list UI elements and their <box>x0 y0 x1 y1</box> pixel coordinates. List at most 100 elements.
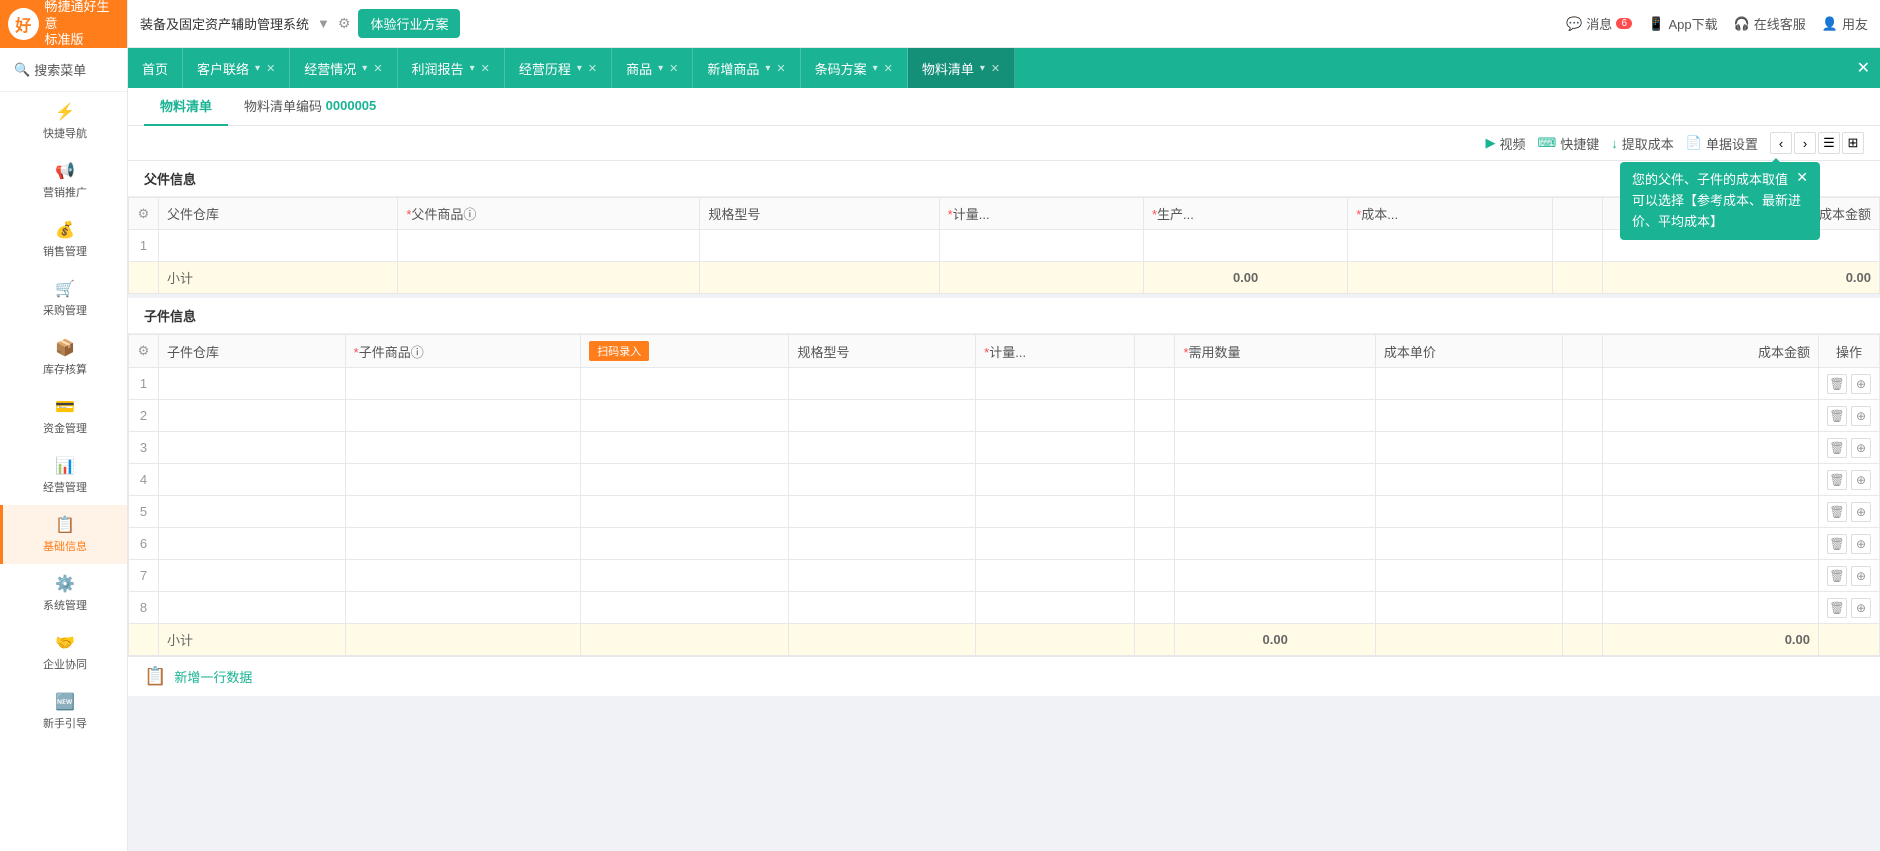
child-cell-unit[interactable] <box>976 496 1135 528</box>
child-cell-warehouse[interactable] <box>159 560 346 592</box>
child-cell-unit-price[interactable] <box>1375 368 1562 400</box>
sidebar-item-enterprise[interactable]: 🤝企业协同 <box>0 623 127 682</box>
child-cell-warehouse[interactable] <box>159 432 346 464</box>
sub-tab-bom-code[interactable]: 物料清单编码 0000005 <box>228 88 392 126</box>
child-cell-unit[interactable] <box>976 400 1135 432</box>
sidebar-item-marketing[interactable]: 📢营销推广 <box>0 151 127 210</box>
search-menu-button[interactable]: 🔍 搜索菜单 <box>8 56 119 83</box>
delete-icon[interactable]: 🗑 <box>1827 502 1847 522</box>
sidebar-item-basic-info[interactable]: 📋基础信息 <box>0 505 127 564</box>
sidebar-item-finance[interactable]: 💳资金管理 <box>0 387 127 446</box>
delete-icon[interactable]: 🗑 <box>1827 438 1847 458</box>
settings-icon[interactable]: ⚙ <box>338 15 351 32</box>
parent-cell-spec[interactable] <box>700 230 939 262</box>
child-cell-warehouse[interactable] <box>159 464 346 496</box>
child-cell-product[interactable] <box>345 496 581 528</box>
tab-close-icon[interactable]: ✕ <box>266 62 275 75</box>
tab-close-icon[interactable]: ✕ <box>481 62 490 75</box>
parent-cell-unit[interactable] <box>939 230 1143 262</box>
sidebar-item-purchase[interactable]: 🛒采购管理 <box>0 269 127 328</box>
scan-input-button[interactable]: 扫码录入 <box>589 341 649 361</box>
child-cell-unit-price[interactable] <box>1375 496 1562 528</box>
close-all-tabs-button[interactable]: ✕ <box>1847 58 1880 78</box>
child-cell-product[interactable] <box>345 432 581 464</box>
message-button[interactable]: 💬 消息 6 <box>1566 14 1632 33</box>
tab-close-icon[interactable]: ✕ <box>884 62 893 75</box>
tooltip-close-button[interactable]: ✕ <box>1796 170 1808 184</box>
table-scroll-area[interactable]: 父件信息 ⚙ 父件仓库 *父件商品ⓘ 规格型号 *计量... *生产... *成… <box>128 161 1880 851</box>
expand-button[interactable]: ⊞ <box>1842 132 1864 154</box>
child-cell-warehouse[interactable] <box>159 592 346 624</box>
parent-cell-warehouse[interactable] <box>159 230 398 262</box>
sub-tab-bill-of-materials[interactable]: 物料清单 <box>144 88 228 126</box>
single-settings-button[interactable]: 📄 单据设置 <box>1686 134 1758 153</box>
menu-button[interactable]: ☰ <box>1818 132 1840 154</box>
child-cell-unit-price[interactable] <box>1375 528 1562 560</box>
child-cell-unit-price[interactable] <box>1375 432 1562 464</box>
child-cell-unit-price[interactable] <box>1375 592 1562 624</box>
nav-tab-6[interactable]: 新增商品▾✕ <box>693 48 800 88</box>
tab-close-icon[interactable]: ✕ <box>669 62 678 75</box>
delete-icon[interactable]: 🗑 <box>1827 598 1847 618</box>
try-solution-button[interactable]: 体验行业方案 <box>358 9 460 38</box>
child-cell-qty[interactable] <box>1175 464 1375 496</box>
nav-tab-0[interactable]: 首页 <box>128 48 183 88</box>
copy-icon[interactable]: ⊕ <box>1851 598 1871 618</box>
child-cell-spec[interactable] <box>789 368 976 400</box>
copy-icon[interactable]: ⊕ <box>1851 374 1871 394</box>
child-cell-warehouse[interactable] <box>159 496 346 528</box>
nav-tab-2[interactable]: 经营情况▾✕ <box>290 48 397 88</box>
sidebar-item-guide[interactable]: 🆕新手引导 <box>0 682 127 741</box>
child-cell-qty[interactable] <box>1175 496 1375 528</box>
child-cell-unit-price[interactable] <box>1375 464 1562 496</box>
child-col-gear[interactable]: ⚙ <box>129 335 159 368</box>
child-cell-unit[interactable] <box>976 528 1135 560</box>
dropdown-icon[interactable]: ▼ <box>317 16 330 31</box>
child-cell-warehouse[interactable] <box>159 400 346 432</box>
child-cell-unit-price[interactable] <box>1375 400 1562 432</box>
sidebar-item-sales[interactable]: 💰销售管理 <box>0 210 127 269</box>
child-cell-spec[interactable] <box>789 432 976 464</box>
nav-tab-5[interactable]: 商品▾✕ <box>612 48 693 88</box>
prev-button[interactable]: ‹ <box>1770 132 1792 154</box>
delete-icon[interactable]: 🗑 <box>1827 406 1847 426</box>
child-cell-qty[interactable] <box>1175 432 1375 464</box>
child-cell-spec[interactable] <box>789 560 976 592</box>
child-cell-warehouse[interactable] <box>159 368 346 400</box>
child-cell-spec[interactable] <box>789 464 976 496</box>
child-cell-product[interactable] <box>345 592 581 624</box>
child-cell-qty[interactable] <box>1175 528 1375 560</box>
child-cell-qty[interactable] <box>1175 592 1375 624</box>
child-cell-product[interactable] <box>345 560 581 592</box>
online-service-button[interactable]: 🎧 在线客服 <box>1734 14 1806 33</box>
sidebar-item-inventory[interactable]: 📦库存核算 <box>0 328 127 387</box>
copy-icon[interactable]: ⊕ <box>1851 534 1871 554</box>
nav-tab-7[interactable]: 条码方案▾✕ <box>801 48 908 88</box>
tab-close-icon[interactable]: ✕ <box>373 62 382 75</box>
child-cell-unit[interactable] <box>976 432 1135 464</box>
copy-icon[interactable]: ⊕ <box>1851 502 1871 522</box>
child-cell-qty[interactable] <box>1175 560 1375 592</box>
child-cell-spec[interactable] <box>789 400 976 432</box>
child-cell-spec[interactable] <box>789 528 976 560</box>
app-download-button[interactable]: 📱 App下载 <box>1648 14 1717 33</box>
parent-cell-production[interactable] <box>1143 230 1347 262</box>
sidebar-item-system[interactable]: ⚙️系统管理 <box>0 564 127 623</box>
nav-tab-4[interactable]: 经营历程▾✕ <box>505 48 612 88</box>
sidebar-item-operation[interactable]: 📊经营管理 <box>0 446 127 505</box>
next-button[interactable]: › <box>1794 132 1816 154</box>
child-cell-product[interactable] <box>345 400 581 432</box>
child-cell-unit[interactable] <box>976 592 1135 624</box>
copy-icon[interactable]: ⊕ <box>1851 566 1871 586</box>
shortcut-button[interactable]: ⌨ 快捷键 <box>1538 134 1600 153</box>
nav-tab-8[interactable]: 物料清单▾✕ <box>908 48 1015 88</box>
video-button[interactable]: ▶ 视频 <box>1485 134 1525 153</box>
delete-icon[interactable]: 🗑 <box>1827 566 1847 586</box>
tab-close-icon[interactable]: ✕ <box>776 62 785 75</box>
child-cell-warehouse[interactable] <box>159 528 346 560</box>
extract-cost-button[interactable]: ↓ 提取成本 <box>1611 134 1674 153</box>
tab-close-icon[interactable]: ✕ <box>588 62 597 75</box>
child-cell-qty[interactable] <box>1175 400 1375 432</box>
delete-icon[interactable]: 🗑 <box>1827 470 1847 490</box>
child-cell-product[interactable] <box>345 528 581 560</box>
